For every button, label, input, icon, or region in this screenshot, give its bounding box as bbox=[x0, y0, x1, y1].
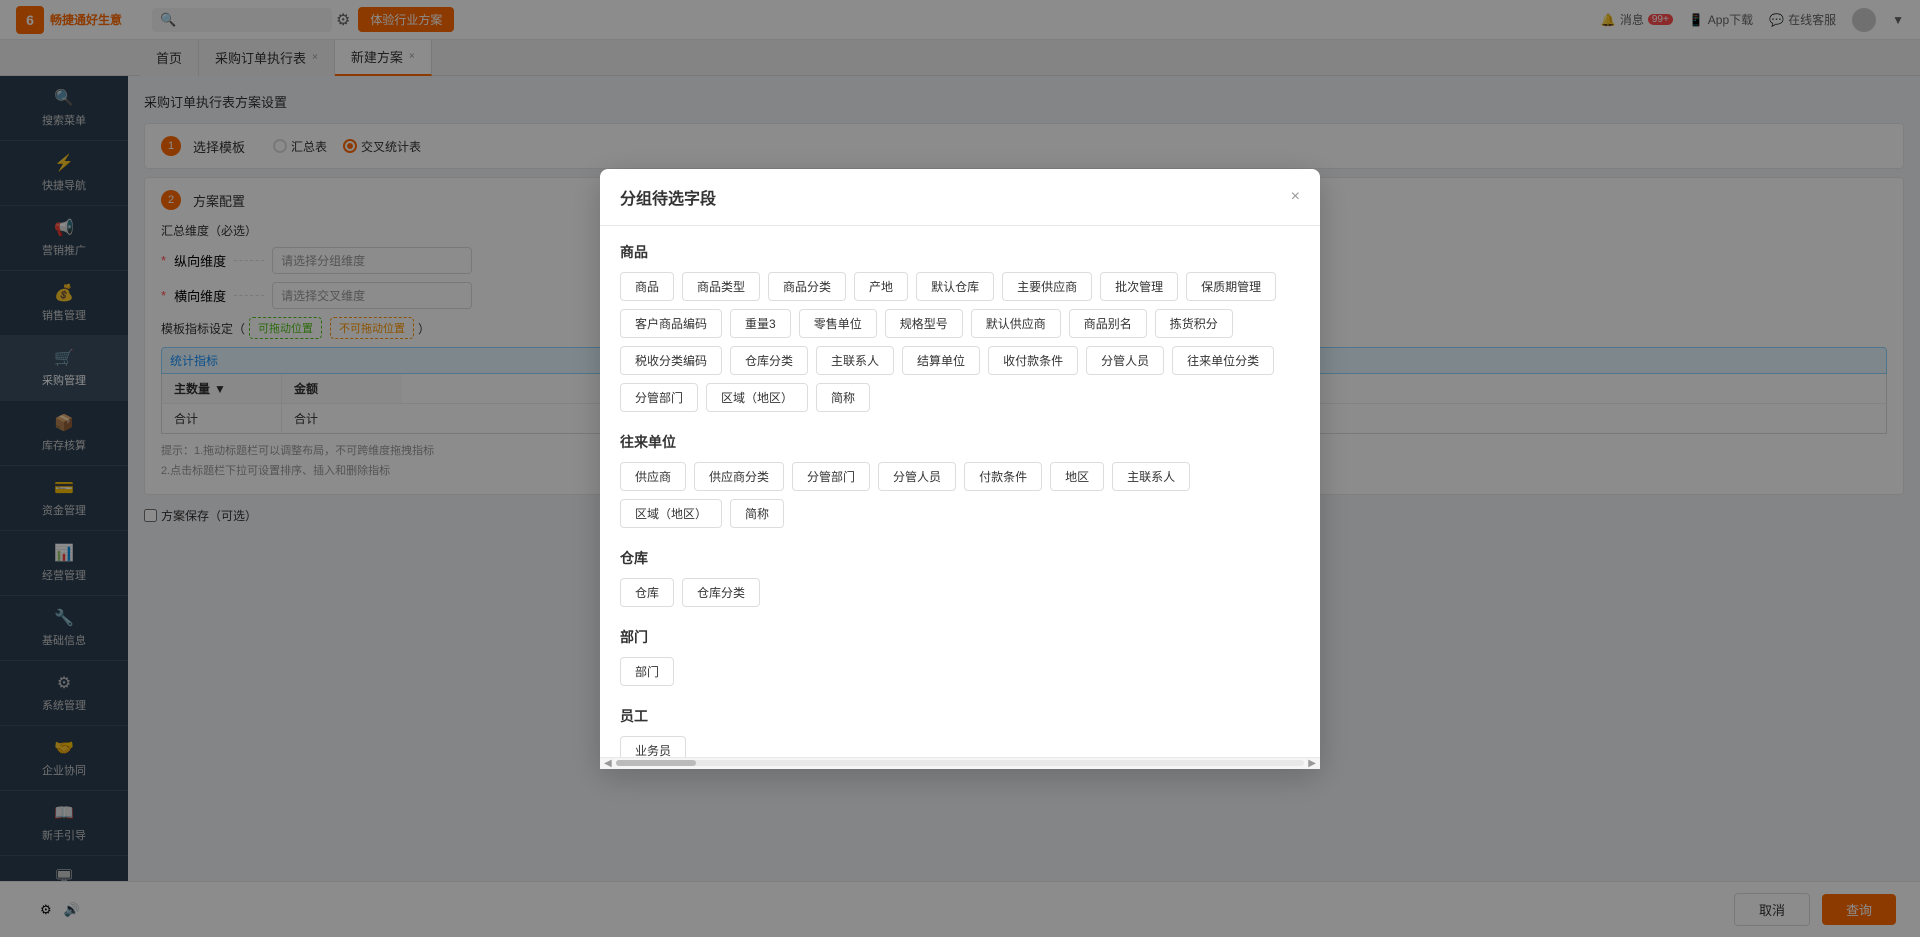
field-tag-0-22[interactable]: 分管部门 bbox=[620, 383, 698, 412]
field-tag-0-18[interactable]: 结算单位 bbox=[902, 346, 980, 375]
field-tag-1-7[interactable]: 区域（地区） bbox=[620, 499, 722, 528]
modal-dialog: 分组待选字段 × 商品商品商品类型商品分类产地默认仓库主要供应商批次管理保质期管… bbox=[600, 169, 1320, 769]
scrollbar-thumb bbox=[616, 760, 696, 766]
modal-title: 分组待选字段 bbox=[620, 185, 716, 209]
field-tag-0-10[interactable]: 零售单位 bbox=[799, 309, 877, 338]
field-grid-1: 供应商供应商分类分管部门分管人员付款条件地区主联系人区域（地区） 简称 bbox=[620, 462, 1300, 528]
field-tag-0-16[interactable]: 仓库分类 bbox=[730, 346, 808, 375]
section-title-0: 商品 bbox=[620, 242, 1300, 262]
field-section-4: 员工业务员 bbox=[620, 706, 1300, 757]
scroll-left-btn[interactable]: ◀ bbox=[604, 758, 612, 769]
field-section-2: 仓库仓库仓库分类 bbox=[620, 548, 1300, 607]
field-tag-0-5[interactable]: 主要供应商 bbox=[1002, 272, 1092, 301]
field-grid-4: 业务员 bbox=[620, 736, 1300, 757]
field-tag-1-5[interactable]: 地区 bbox=[1050, 462, 1104, 491]
field-tag-0-6[interactable]: 批次管理 bbox=[1100, 272, 1178, 301]
field-tag-0-3[interactable]: 产地 bbox=[854, 272, 908, 301]
field-section-0: 商品商品商品类型商品分类产地默认仓库主要供应商批次管理保质期管理客户商品编码重量… bbox=[620, 242, 1300, 412]
field-tag-0-21[interactable]: 往来单位分类 bbox=[1172, 346, 1274, 375]
horizontal-scrollbar[interactable]: ◀ ▶ bbox=[600, 757, 1320, 769]
field-grid-0: 商品商品类型商品分类产地默认仓库主要供应商批次管理保质期管理客户商品编码重量3 零… bbox=[620, 272, 1300, 412]
field-section-3: 部门部门 bbox=[620, 627, 1300, 686]
field-tag-0-1[interactable]: 商品类型 bbox=[682, 272, 760, 301]
field-tag-0-7[interactable]: 保质期管理 bbox=[1186, 272, 1276, 301]
field-grid-2: 仓库仓库分类 bbox=[620, 578, 1300, 607]
field-tag-1-1[interactable]: 供应商分类 bbox=[694, 462, 784, 491]
field-tag-0-0[interactable]: 商品 bbox=[620, 272, 674, 301]
field-tag-0-13[interactable]: 商品别名 bbox=[1069, 309, 1147, 338]
section-title-3: 部门 bbox=[620, 627, 1300, 647]
field-tag-0-2[interactable]: 商品分类 bbox=[768, 272, 846, 301]
field-tag-2-1[interactable]: 仓库分类 bbox=[682, 578, 760, 607]
field-tag-0-15[interactable]: 税收分类编码 bbox=[620, 346, 722, 375]
field-tag-4-0[interactable]: 业务员 bbox=[620, 736, 686, 757]
field-section-1: 往来单位供应商供应商分类分管部门分管人员付款条件地区主联系人区域（地区） 简称 bbox=[620, 432, 1300, 528]
field-tag-0-14[interactable]: 拣货积分 bbox=[1155, 309, 1233, 338]
field-tag-0-11[interactable]: 规格型号 bbox=[885, 309, 963, 338]
field-tag-0-24[interactable]: 简称 bbox=[816, 383, 870, 412]
section-title-4: 员工 bbox=[620, 706, 1300, 726]
field-tag-1-2[interactable]: 分管部门 bbox=[792, 462, 870, 491]
field-tag-0-19[interactable]: 收付款条件 bbox=[988, 346, 1078, 375]
scroll-right-btn[interactable]: ▶ bbox=[1308, 758, 1316, 769]
modal-close-button[interactable]: × bbox=[1291, 188, 1300, 206]
field-tag-0-12[interactable]: 默认供应商 bbox=[971, 309, 1061, 338]
field-tag-2-0[interactable]: 仓库 bbox=[620, 578, 674, 607]
modal-header: 分组待选字段 × bbox=[600, 169, 1320, 226]
section-title-1: 往来单位 bbox=[620, 432, 1300, 452]
field-tag-0-17[interactable]: 主联系人 bbox=[816, 346, 894, 375]
field-tag-0-20[interactable]: 分管人员 bbox=[1086, 346, 1164, 375]
field-tag-1-3[interactable]: 分管人员 bbox=[878, 462, 956, 491]
field-tag-1-8[interactable]: 简称 bbox=[730, 499, 784, 528]
field-tag-0-9[interactable]: 重量3 bbox=[730, 309, 791, 338]
field-tag-0-8[interactable]: 客户商品编码 bbox=[620, 309, 722, 338]
field-tag-1-0[interactable]: 供应商 bbox=[620, 462, 686, 491]
field-tag-0-4[interactable]: 默认仓库 bbox=[916, 272, 994, 301]
field-grid-3: 部门 bbox=[620, 657, 1300, 686]
modal-overlay: 分组待选字段 × 商品商品商品类型商品分类产地默认仓库主要供应商批次管理保质期管… bbox=[0, 0, 1920, 937]
section-title-2: 仓库 bbox=[620, 548, 1300, 568]
field-tag-3-0[interactable]: 部门 bbox=[620, 657, 674, 686]
field-tag-1-6[interactable]: 主联系人 bbox=[1112, 462, 1190, 491]
field-tag-0-23[interactable]: 区域（地区） bbox=[706, 383, 808, 412]
modal-body: 商品商品商品类型商品分类产地默认仓库主要供应商批次管理保质期管理客户商品编码重量… bbox=[600, 226, 1320, 757]
field-tag-1-4[interactable]: 付款条件 bbox=[964, 462, 1042, 491]
